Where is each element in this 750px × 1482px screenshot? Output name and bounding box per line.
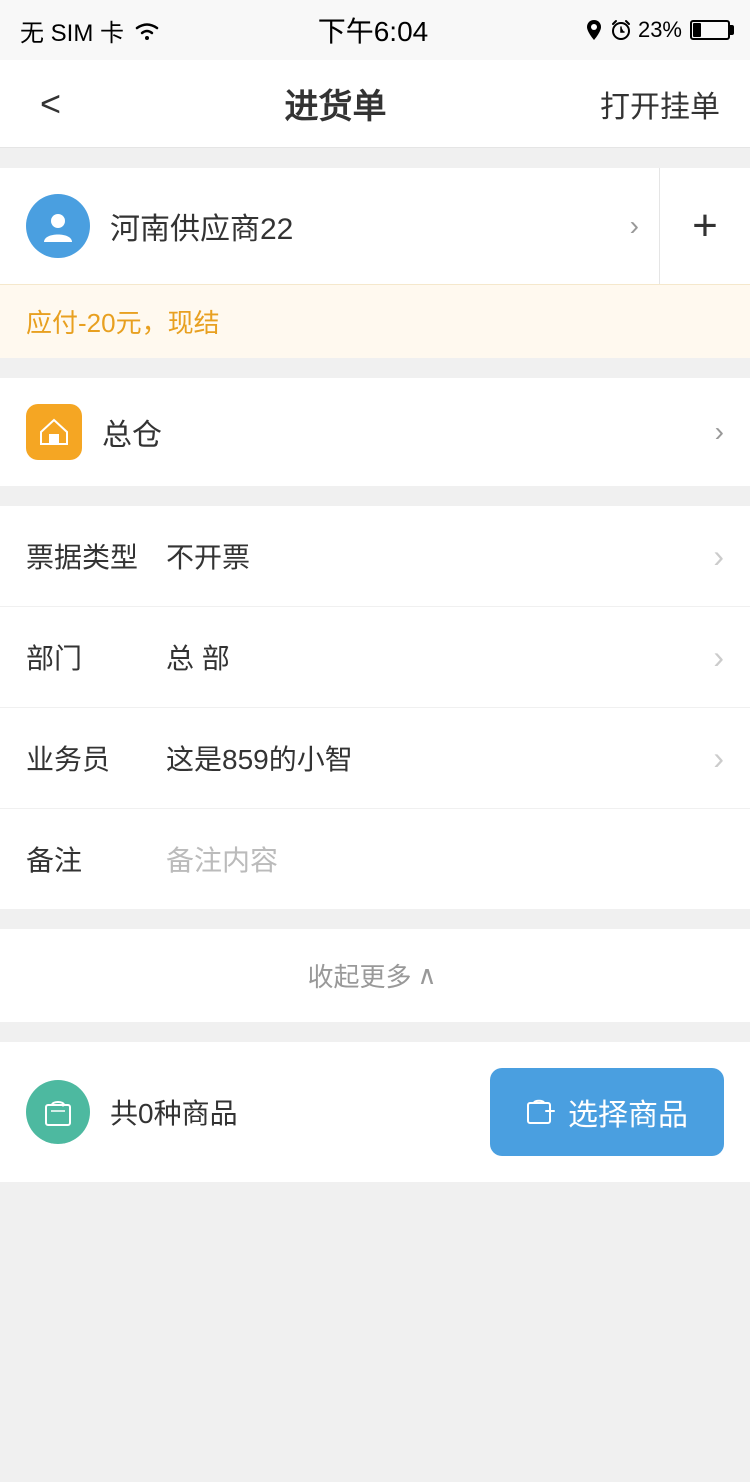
bottom-bar: 共0种商品 选择商品 — [0, 1042, 750, 1182]
dept-chevron-icon: › — [713, 639, 724, 676]
battery-icon — [690, 20, 730, 40]
supplier-selector[interactable]: 河南供应商22 › — [0, 168, 660, 284]
warehouse-section[interactable]: 总仓 › — [0, 378, 750, 486]
warehouse-name: 总仓 — [102, 410, 705, 454]
product-count: 共0种商品 — [110, 1092, 470, 1132]
supplier-name: 河南供应商22 — [110, 204, 620, 248]
collapse-label: 收起更多 — [307, 957, 411, 994]
salesperson-value: 这是859的小智 — [166, 738, 703, 778]
supplier-avatar — [26, 194, 90, 258]
add-supplier-button[interactable]: + — [660, 168, 750, 284]
invoice-value: 不开票 — [166, 536, 703, 576]
salesperson-chevron-icon: › — [713, 740, 724, 777]
home-icon — [38, 416, 70, 448]
sim-status: 无 SIM 卡 — [20, 13, 124, 48]
user-icon — [40, 208, 76, 244]
product-icon — [26, 1080, 90, 1144]
status-right: 23% — [584, 17, 730, 43]
status-bar: 无 SIM 卡 下午6:04 23% — [0, 0, 750, 60]
select-product-label: 选择商品 — [568, 1090, 688, 1134]
notice-text: 应付-20元，现结 — [26, 308, 220, 338]
invoice-label: 票据类型 — [26, 536, 166, 576]
salesperson-label: 业务员 — [26, 738, 166, 778]
invoice-row[interactable]: 票据类型 不开票 › — [0, 506, 750, 607]
content-area — [0, 1182, 750, 1482]
location-icon — [584, 19, 604, 41]
remark-row[interactable]: 备注 备注内容 — [0, 809, 750, 909]
wifi-icon — [132, 19, 162, 41]
supplier-chevron-icon: › — [630, 210, 639, 242]
form-section: 票据类型 不开票 › 部门 总 部 › 业务员 这是859的小智 › 备注 备注… — [0, 506, 750, 909]
invoice-chevron-icon: › — [713, 538, 724, 575]
dept-row[interactable]: 部门 总 部 › — [0, 607, 750, 708]
section-gap-1 — [0, 148, 750, 168]
warehouse-icon — [26, 404, 82, 460]
back-button[interactable]: < — [30, 73, 71, 135]
status-left: 无 SIM 卡 — [20, 13, 162, 48]
open-pending-button[interactable]: 打开挂单 — [600, 82, 720, 126]
add-product-icon — [526, 1097, 556, 1127]
nav-bar: < 进货单 打开挂单 — [0, 60, 750, 148]
remark-input[interactable]: 备注内容 — [166, 839, 724, 879]
status-time: 下午6:04 — [318, 10, 429, 50]
shopping-bag-icon — [41, 1095, 75, 1129]
battery-percent: 23% — [638, 17, 682, 43]
page-title: 进货单 — [285, 79, 387, 128]
supplier-section: 河南供应商22 › + — [0, 168, 750, 284]
salesperson-row[interactable]: 业务员 这是859的小智 › — [0, 708, 750, 809]
dept-value: 总 部 — [166, 637, 703, 677]
collapse-button[interactable]: 收起更多 ∧ — [0, 929, 750, 1022]
dept-label: 部门 — [26, 637, 166, 677]
remark-label: 备注 — [26, 839, 166, 879]
warehouse-chevron-icon: › — [715, 416, 724, 448]
select-product-button[interactable]: 选择商品 — [490, 1068, 724, 1156]
collapse-icon: ∧ — [417, 960, 436, 991]
alarm-icon — [610, 19, 632, 41]
notice-bar: 应付-20元，现结 — [0, 284, 750, 358]
